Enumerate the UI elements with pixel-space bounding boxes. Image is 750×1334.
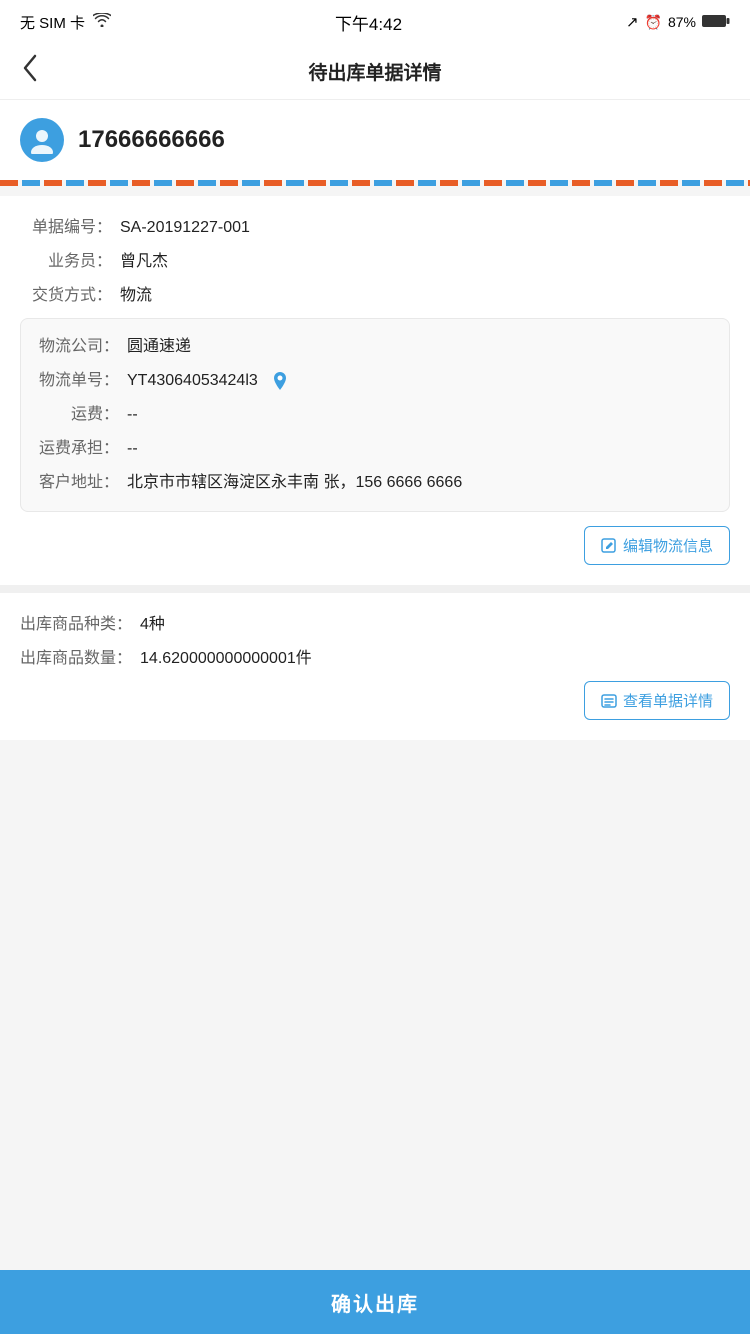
view-detail-button[interactable]: 查看单据详情 bbox=[584, 681, 730, 720]
view-detail-btn-row: 查看单据详情 bbox=[20, 681, 730, 724]
customer-header: 17666666666 bbox=[0, 100, 750, 180]
category-value: 4种 bbox=[140, 613, 730, 637]
status-bar: 无 SIM 卡 下午4:42 ↗ ⏰ 87% bbox=[0, 0, 750, 44]
quantity-value: 14.620000000000001件 bbox=[140, 647, 730, 671]
logistics-tracking-value: YT43064053424l3 bbox=[127, 369, 713, 393]
freight-label: 运费： bbox=[37, 403, 127, 427]
order-info-section: 单据编号： SA-20191227-001 业务员： 曾凡杰 交货方式： 物流 … bbox=[0, 196, 750, 585]
address-value: 北京市市辖区海淀区永丰南 张，156 6666 6666 bbox=[127, 471, 713, 495]
address-label: 客户地址： bbox=[37, 471, 127, 495]
bottom-space bbox=[0, 740, 750, 940]
category-label: 出库商品种类： bbox=[20, 613, 140, 637]
nav-bar: 待出库单据详情 bbox=[0, 44, 750, 100]
clock-status-icon: ⏰ bbox=[645, 14, 662, 31]
logistics-company-label: 物流公司： bbox=[37, 335, 127, 359]
logistics-company-value: 圆通速递 bbox=[127, 335, 713, 359]
logistics-card: 物流公司： 圆通速递 物流单号： YT43064053424l3 运费： bbox=[20, 318, 730, 512]
stock-section: 出库商品种类： 4种 出库商品数量： 14.620000000000001件 查… bbox=[0, 593, 750, 740]
salesman-value: 曾凡杰 bbox=[120, 250, 730, 274]
confirm-outbound-bar[interactable]: 确认出库 bbox=[0, 1270, 750, 1334]
view-detail-label: 查看单据详情 bbox=[623, 690, 713, 711]
gray-separator bbox=[0, 585, 750, 593]
order-no-value: SA-20191227-001 bbox=[120, 216, 730, 240]
tracking-no-text: YT43064053424l3 bbox=[127, 369, 258, 393]
edit-logistics-label: 编辑物流信息 bbox=[623, 535, 713, 556]
status-time: 下午4:42 bbox=[335, 10, 402, 35]
freight-row: 运费： -- bbox=[37, 403, 713, 427]
confirm-outbound-label: 确认出库 bbox=[331, 1288, 419, 1317]
freight-value: -- bbox=[127, 403, 713, 427]
logistics-tracking-label: 物流单号： bbox=[37, 369, 127, 393]
carrier-label: 无 SIM 卡 bbox=[20, 12, 85, 33]
delivery-method-value: 物流 bbox=[120, 284, 730, 308]
battery-icon bbox=[702, 14, 730, 31]
delivery-method-row: 交货方式： 物流 bbox=[20, 284, 730, 308]
quantity-label: 出库商品数量： bbox=[20, 647, 140, 671]
freight-bearer-row: 运费承担： -- bbox=[37, 437, 713, 461]
tracking-location-icon[interactable] bbox=[268, 369, 292, 393]
salesman-label: 业务员： bbox=[20, 250, 120, 274]
customer-phone: 17666666666 bbox=[78, 126, 225, 154]
status-right: ↗ ⏰ 87% bbox=[626, 13, 730, 31]
order-no-row: 单据编号： SA-20191227-001 bbox=[20, 216, 730, 240]
edit-logistics-button[interactable]: 编辑物流信息 bbox=[584, 526, 730, 565]
location-status-icon: ↗ bbox=[626, 13, 639, 31]
status-left: 无 SIM 卡 bbox=[20, 12, 111, 33]
logistics-company-row: 物流公司： 圆通速递 bbox=[37, 335, 713, 359]
back-button[interactable] bbox=[20, 52, 60, 91]
wifi-icon bbox=[93, 13, 111, 31]
category-row: 出库商品种类： 4种 bbox=[20, 613, 730, 637]
quantity-row: 出库商品数量： 14.620000000000001件 bbox=[20, 647, 730, 671]
logistics-tracking-row: 物流单号： YT43064053424l3 bbox=[37, 369, 713, 393]
edit-btn-row: 编辑物流信息 bbox=[20, 526, 730, 569]
freight-bearer-label: 运费承担： bbox=[37, 437, 127, 461]
order-no-label: 单据编号： bbox=[20, 216, 120, 240]
page-title: 待出库单据详情 bbox=[308, 58, 441, 85]
dashed-divider bbox=[0, 180, 750, 186]
battery-percent: 87% bbox=[668, 14, 696, 30]
avatar bbox=[20, 118, 64, 162]
salesman-row: 业务员： 曾凡杰 bbox=[20, 250, 730, 274]
delivery-method-label: 交货方式： bbox=[20, 284, 120, 308]
freight-bearer-value: -- bbox=[127, 437, 713, 461]
address-row: 客户地址： 北京市市辖区海淀区永丰南 张，156 6666 6666 bbox=[37, 471, 713, 495]
